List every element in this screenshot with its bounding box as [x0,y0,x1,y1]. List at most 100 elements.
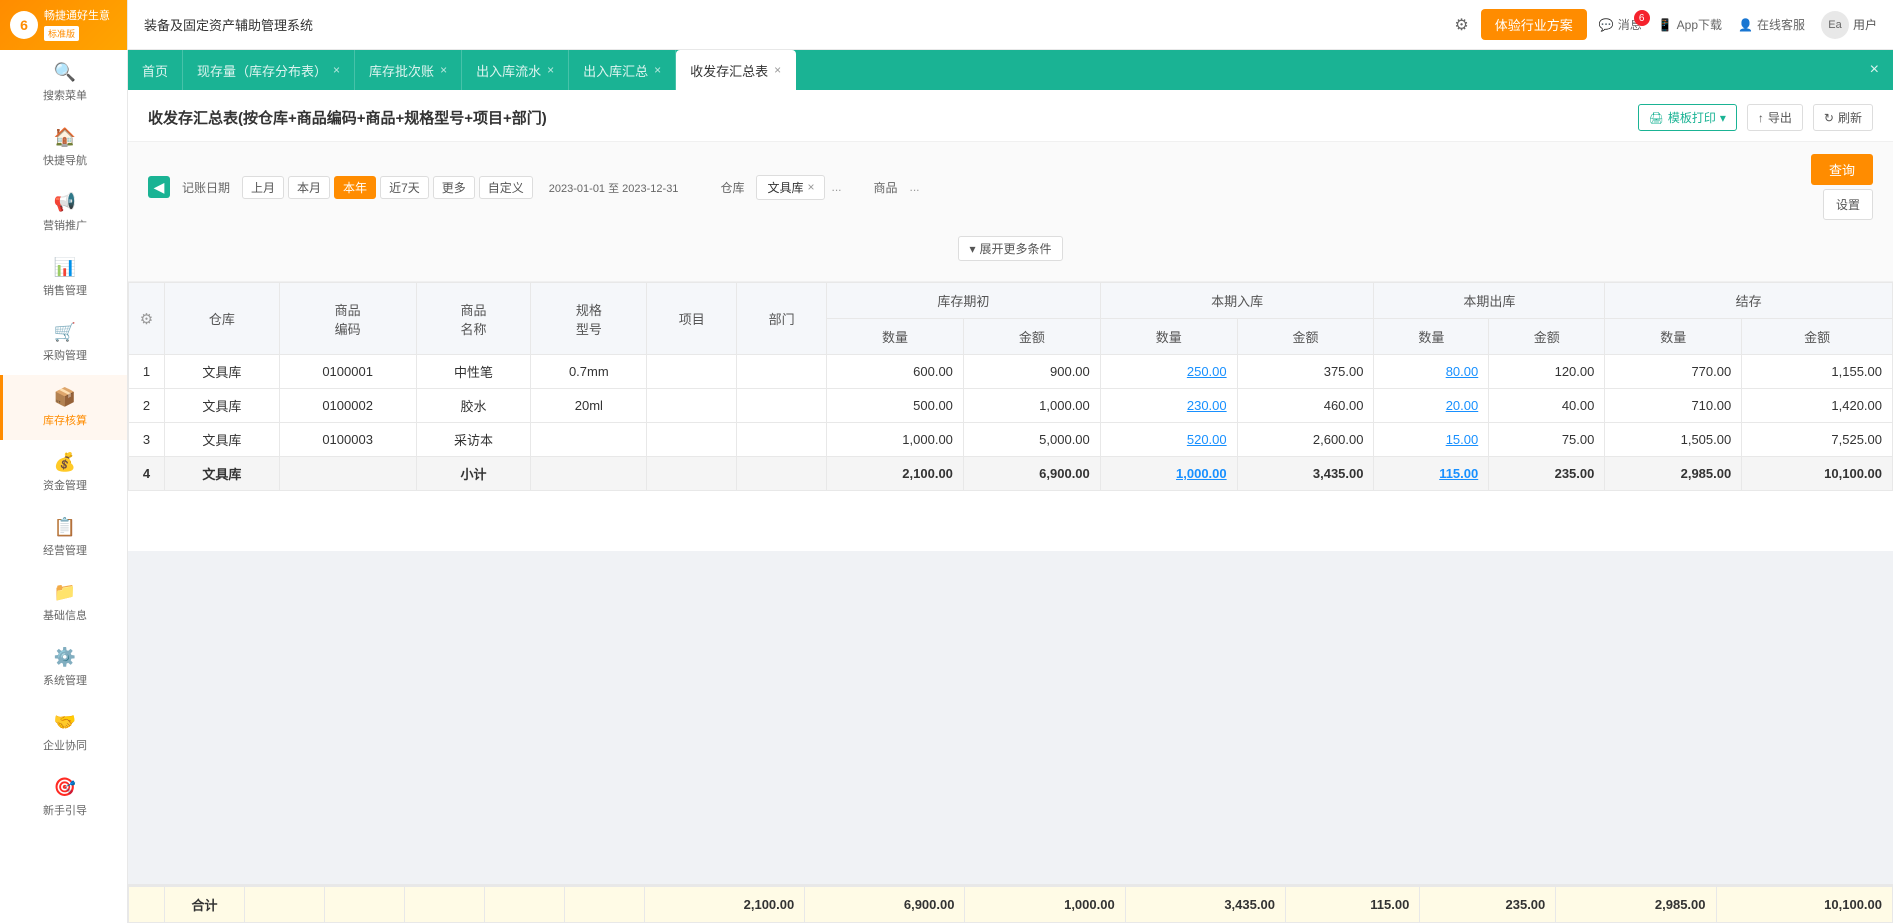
row-closing-amt: 1,155.00 [1742,355,1893,389]
sidebar-item-enterprise[interactable]: 🤝 企业协同 [0,700,127,765]
sidebar-item-purchase[interactable]: 🛒 采购管理 [0,310,127,375]
sidebar-item-label: 销售管理 [43,282,87,298]
row-no: 1 [129,355,165,389]
row-out-qty[interactable]: 80.00 [1374,355,1489,389]
user-label: 用户 [1853,16,1877,33]
sidebar: 6 畅捷通好生意 标准版 🔍 搜索菜单 🏠 快捷导航 📢 营销推广 📊 销售管理… [0,0,128,923]
try-industry-button[interactable]: 体验行业方案 [1481,9,1587,40]
tab-batch[interactable]: 库存批次账 × [355,50,462,90]
filter-toggle-button[interactable]: ◀ [148,176,170,198]
row-goods-name: 胶水 [416,389,531,423]
messages-action[interactable]: 💬 消息 6 [1599,16,1642,33]
chevron-down-icon: ▾ [1720,111,1726,125]
sidebar-item-label: 企业协同 [43,737,87,753]
sidebar-item-basic-info[interactable]: 📁 基础信息 [0,570,127,635]
tab-label: 现存量（库存分布表） [197,61,327,80]
row-in-amt: 2,600.00 [1237,423,1374,457]
online-service-action[interactable]: 👤 在线客服 [1738,16,1805,33]
sidebar-item-quick-nav[interactable]: 🏠 快捷导航 [0,115,127,180]
user-info[interactable]: Ea 用户 [1821,11,1877,39]
sidebar-item-system[interactable]: ⚙️ 系统管理 [0,635,127,700]
row-in-qty[interactable]: 250.00 [1100,355,1237,389]
expand-more-conditions-button[interactable]: ▾ 展开更多条件 [958,236,1062,261]
col-in-header: 本期入库 [1100,283,1374,319]
tab-close-icon[interactable]: × [654,63,661,77]
row-goods-name: 小计 [416,457,531,491]
sidebar-item-label: 资金管理 [43,477,87,493]
settings-button[interactable]: 设置 [1823,189,1873,220]
date-btn-this-year[interactable]: 本年 [334,176,376,199]
sidebar-item-finance[interactable]: 💰 资金管理 [0,440,127,505]
table-settings-icon[interactable]: ⚙ [140,311,153,328]
col-opening-qty-header: 数量 [827,319,964,355]
date-btn-custom[interactable]: 自定义 [479,176,533,199]
print-button[interactable]: 🖨 模板打印 ▾ [1638,104,1737,131]
row-in-qty[interactable]: 520.00 [1100,423,1237,457]
table-container: ⚙ 仓库 商品编码 商品名称 规格型号 项目 部门 库存期初 本期入库 本期出库… [128,282,1893,551]
row-out-qty[interactable]: 115.00 [1374,457,1489,491]
tab-summary-in-out[interactable]: 出入库汇总 × [569,50,676,90]
warehouse-tag-text: 文具库 [767,179,803,196]
sidebar-item-search[interactable]: 🔍 搜索菜单 [0,50,127,115]
tab-close-icon[interactable]: × [333,63,340,77]
export-button[interactable]: ↑ 导出 [1747,104,1803,131]
date-btn-this-month[interactable]: 本月 [288,176,330,199]
settings-icon[interactable]: ⚙ [1454,15,1468,35]
tab-recv-send-summary[interactable]: 收发存汇总表 × [676,50,796,90]
topbar: 装备及固定资产辅助管理系统 ⚙ 体验行业方案 💬 消息 6 📱 App下载 👤 … [128,0,1893,50]
tab-close-icon[interactable]: × [547,63,554,77]
row-out-qty[interactable]: 20.00 [1374,389,1489,423]
col-out-qty-header: 数量 [1374,319,1489,355]
sidebar-item-inventory[interactable]: 📦 库存核算 [0,375,127,440]
row-opening-qty: 600.00 [827,355,964,389]
row-closing-amt: 10,100.00 [1742,457,1893,491]
messages-badge: 6 [1634,10,1650,26]
sidebar-item-guide[interactable]: 🎯 新手引导 [0,765,127,830]
page-header-actions: 🖨 模板打印 ▾ ↑ 导出 ↻ 刷新 [1638,104,1873,131]
row-opening-amt: 5,000.00 [963,423,1100,457]
row-in-qty[interactable]: 230.00 [1100,389,1237,423]
content-area: 收发存汇总表(按仓库+商品编码+商品+规格型号+项目+部门) 🖨 模板打印 ▾ … [128,90,1893,923]
table-row: 3文具库0100003采访本1,000.005,000.00520.002,60… [129,423,1893,457]
online-service-label: 在线客服 [1757,16,1805,33]
row-goods-spec: 0.7mm [531,355,647,389]
tab-close-icon[interactable]: × [440,63,447,77]
enterprise-icon: 🤝 [54,712,76,733]
warehouse-more-button[interactable]: ... [831,180,841,194]
tab-inventory-dist[interactable]: 现存量（库存分布表） × [183,50,355,90]
tab-home-label: 首页 [142,61,168,80]
tab-close-icon[interactable]: × [774,63,781,77]
sidebar-item-operations[interactable]: 📋 经营管理 [0,505,127,570]
close-all-tabs-button[interactable]: × [1856,61,1893,79]
col-opening-amt-header: 金额 [963,319,1100,355]
sidebar-item-marketing[interactable]: 📢 营销推广 [0,180,127,245]
table-row: 4文具库小计2,100.006,900.001,000.003,435.0011… [129,457,1893,491]
search-icon: 🔍 [54,62,76,83]
finance-icon: 💰 [54,452,76,473]
operations-icon: 📋 [54,517,76,538]
purchase-icon: 🛒 [54,322,76,343]
goods-more-button[interactable]: ... [910,180,920,194]
app-download-action[interactable]: 📱 App下载 [1658,16,1722,33]
total-opening-qty: 2,100.00 [645,887,805,923]
row-goods-spec [531,423,647,457]
row-no: 4 [129,457,165,491]
row-in-qty[interactable]: 1,000.00 [1100,457,1237,491]
avatar: Ea [1821,11,1849,39]
warehouse-tag-close[interactable]: × [807,180,814,194]
row-goods-code: 0100001 [279,355,416,389]
tab-home[interactable]: 首页 [128,50,183,90]
search-button[interactable]: 查询 [1811,154,1873,185]
date-btn-last-7[interactable]: 近7天 [380,176,429,199]
row-warehouse: 文具库 [165,457,280,491]
sidebar-item-sales[interactable]: 📊 销售管理 [0,245,127,310]
col-in-amt-header: 金额 [1237,319,1374,355]
date-btn-more[interactable]: 更多 [433,176,475,199]
warehouse-tag[interactable]: 文具库 × [756,175,825,200]
refresh-button[interactable]: ↻ 刷新 [1813,104,1873,131]
tab-flow[interactable]: 出入库流水 × [462,50,569,90]
total-in-amt: 3,435.00 [1125,887,1285,923]
col-out-amt-header: 金额 [1489,319,1605,355]
date-btn-last-month[interactable]: 上月 [242,176,284,199]
row-out-qty[interactable]: 15.00 [1374,423,1489,457]
